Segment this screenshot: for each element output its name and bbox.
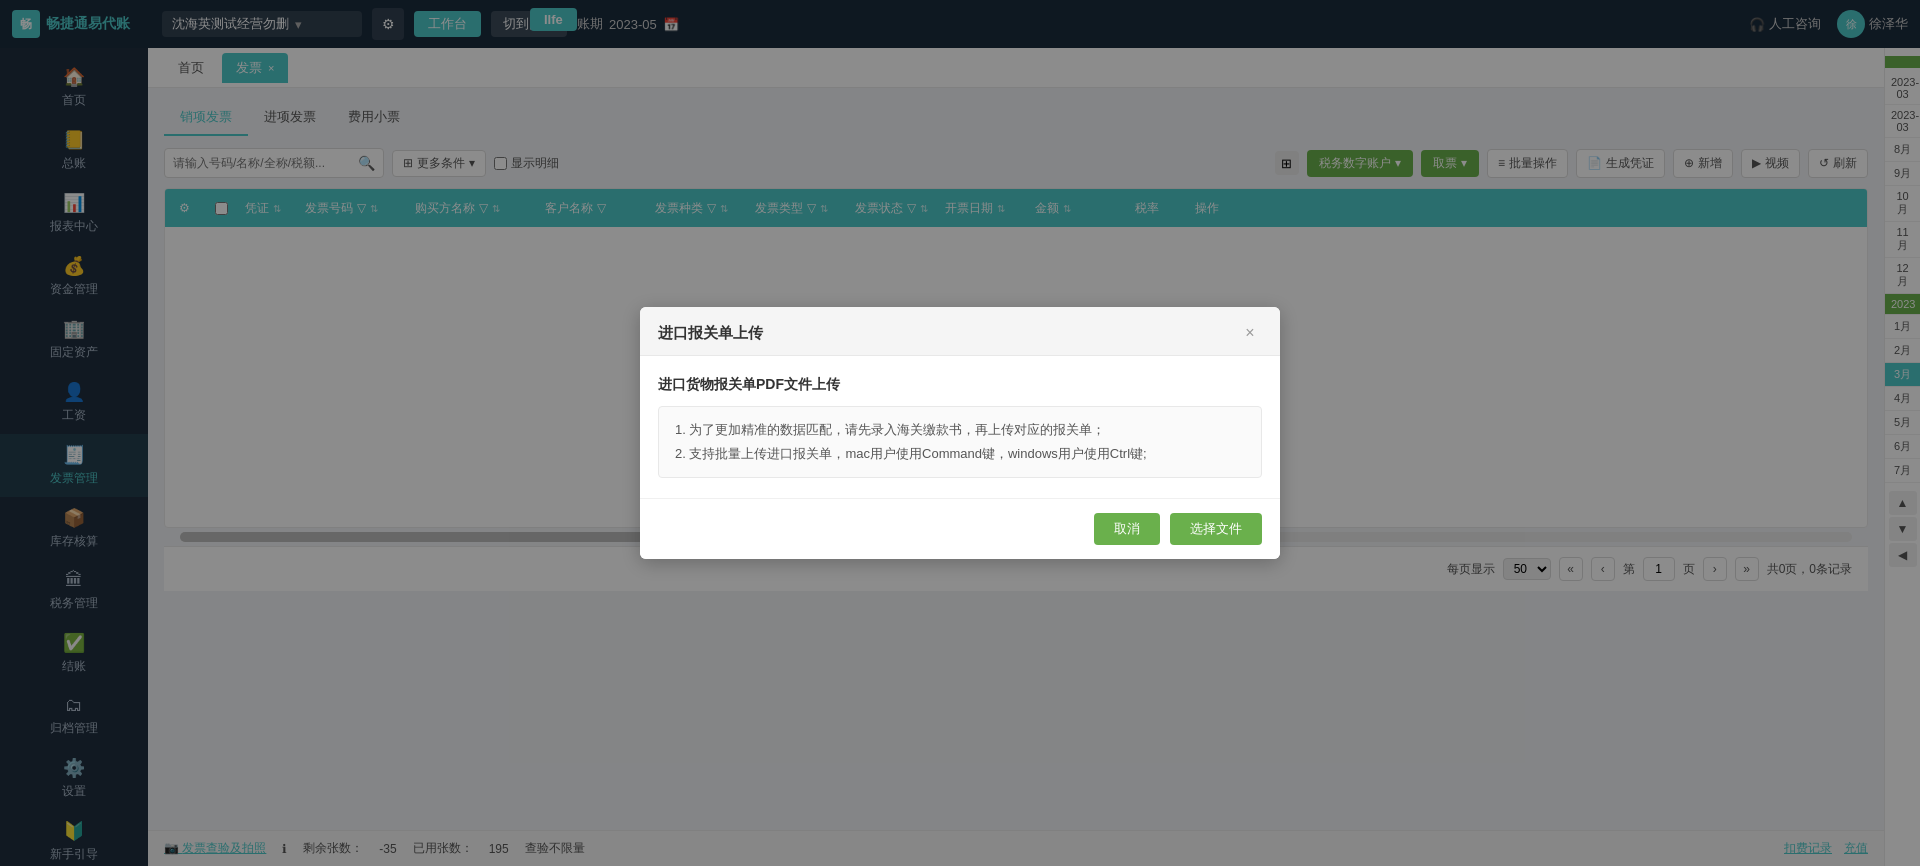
info-item-1-text: 1. 为了更加精准的数据匹配，请先录入海关缴款书，再上传对应的报关单； [675, 421, 1105, 439]
modal-info-box: 1. 为了更加精准的数据匹配，请先录入海关缴款书，再上传对应的报关单； 2. 支… [658, 406, 1262, 478]
close-icon: × [1245, 324, 1254, 342]
modal-cancel-button[interactable]: 取消 [1094, 513, 1160, 545]
modal-section-title: 进口货物报关单PDF文件上传 [658, 376, 1262, 394]
modal-overlay: 进口报关单上传 × 进口货物报关单PDF文件上传 1. 为了更加精准的数据匹配，… [0, 0, 1920, 866]
modal-footer: 取消 选择文件 [640, 498, 1280, 559]
modal-title: 进口报关单上传 [658, 324, 763, 343]
import-manifest-modal: 进口报关单上传 × 进口货物报关单PDF文件上传 1. 为了更加精准的数据匹配，… [640, 307, 1280, 559]
modal-info-item-1: 1. 为了更加精准的数据匹配，请先录入海关缴款书，再上传对应的报关单； [675, 421, 1245, 439]
modal-close-button[interactable]: × [1238, 321, 1262, 345]
modal-body: 进口货物报关单PDF文件上传 1. 为了更加精准的数据匹配，请先录入海关缴款书，… [640, 356, 1280, 498]
modal-info-item-2: 2. 支持批量上传进口报关单，mac用户使用Command键，windows用户… [675, 445, 1245, 463]
select-file-button[interactable]: 选择文件 [1170, 513, 1262, 545]
info-item-2-text: 2. 支持批量上传进口报关单，mac用户使用Command键，windows用户… [675, 445, 1147, 463]
modal-header: 进口报关单上传 × [640, 307, 1280, 356]
